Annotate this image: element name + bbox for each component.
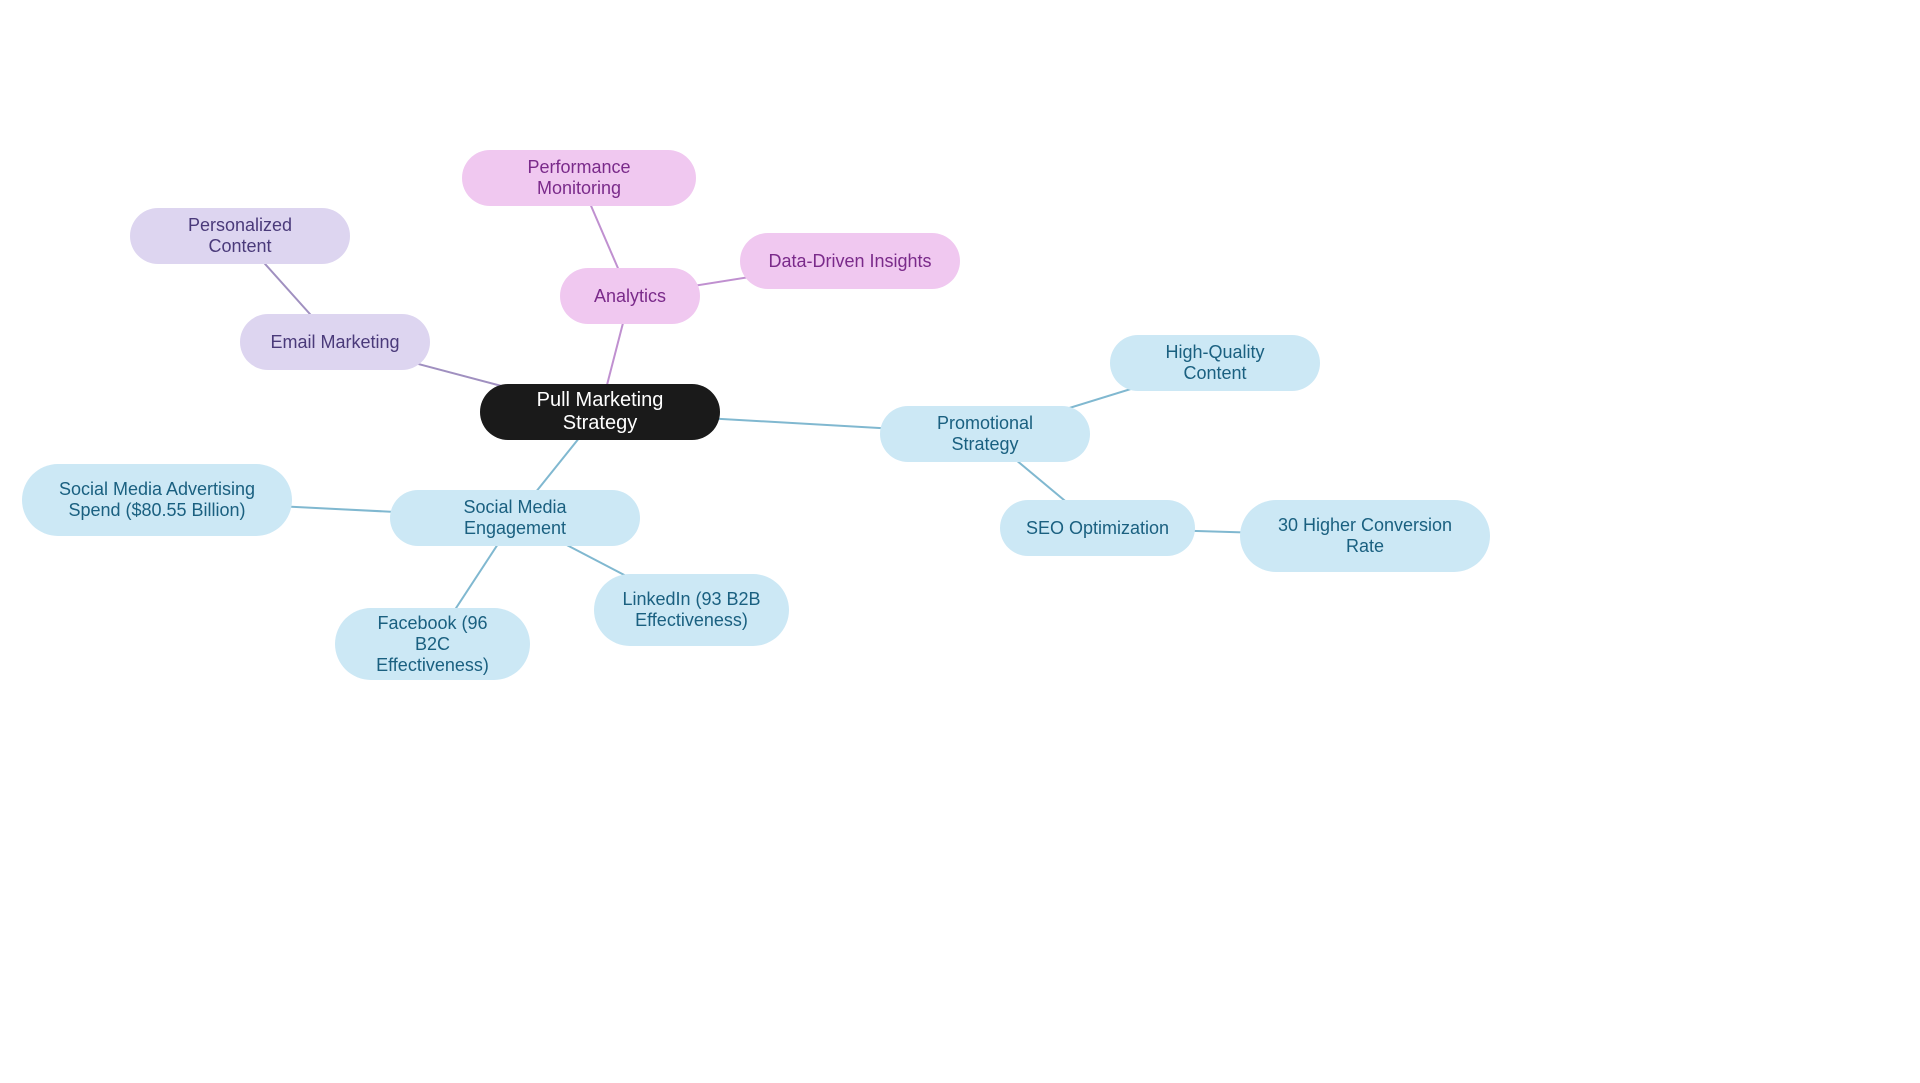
high-quality-content-node: High-Quality Content xyxy=(1110,335,1320,391)
analytics-node: Analytics xyxy=(560,268,700,324)
personalized-content-node: Personalized Content xyxy=(130,208,350,264)
promotional-strategy-node: Promotional Strategy xyxy=(880,406,1090,462)
social-media-engagement-node: Social Media Engagement xyxy=(390,490,640,546)
social-media-advertising-node: Social Media Advertising Spend ($80.55 B… xyxy=(22,464,292,536)
higher-conversion-node: 30 Higher Conversion Rate xyxy=(1240,500,1490,572)
data-driven-insights-node: Data-Driven Insights xyxy=(740,233,960,289)
linkedin-node: LinkedIn (93 B2B Effectiveness) xyxy=(594,574,789,646)
center-node: Pull Marketing Strategy xyxy=(480,384,720,440)
performance-monitoring-node: Performance Monitoring xyxy=(462,150,696,206)
email-marketing-node: Email Marketing xyxy=(240,314,430,370)
seo-optimization-node: SEO Optimization xyxy=(1000,500,1195,556)
facebook-node: Facebook (96 B2C Effectiveness) xyxy=(335,608,530,680)
